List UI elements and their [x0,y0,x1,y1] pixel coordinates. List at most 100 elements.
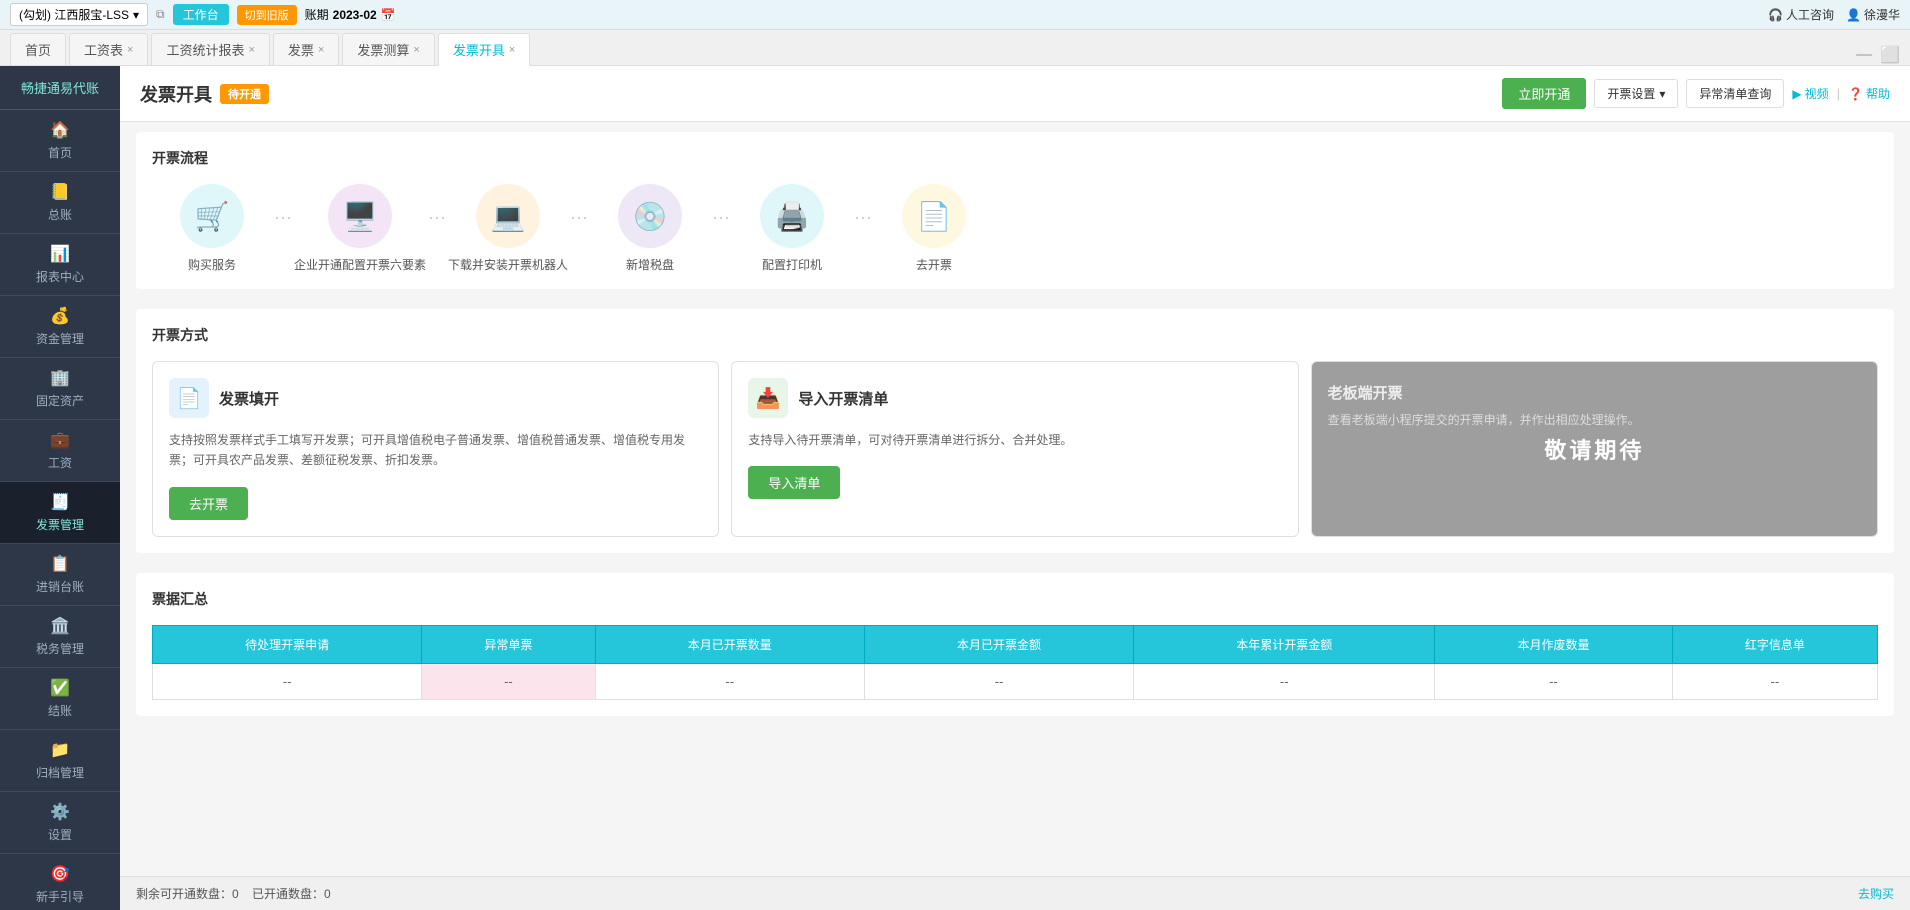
maximize-icon[interactable]: ⬜ [1880,45,1900,65]
switch-version-button[interactable]: 切到旧版 [237,5,297,25]
chevron-down-icon: ▾ [133,8,139,22]
val-red-info: -- [1672,663,1877,699]
minimize-icon[interactable]: — [1856,46,1872,64]
view-video-button[interactable]: ▶ 视频 [1792,85,1828,102]
invoice-card-boss: 老板端开票 查看老板端小程序提交的开票申请，并作出相应处理操作。 敬请期待 [1311,361,1878,537]
process-step-5: 🖨️ 配置打印机 [732,184,852,273]
val-void-count: -- [1435,663,1672,699]
period-label: 账期 [305,6,329,23]
tab-home[interactable]: 首页 [10,33,66,65]
go-issue-button[interactable]: 去开票 [169,487,248,520]
buy-link[interactable]: 去购买 [1858,885,1894,902]
sidebar-item-payroll-label: 工资 [48,454,72,471]
tab-payroll-report[interactable]: 工资统计报表 × [151,33,269,65]
process-step-4: 💿 新增税盘 [590,184,710,273]
chevron-down-icon2: ▾ [1659,87,1665,101]
process-step-3: 💻 下载并安装开票机器人 [448,184,568,273]
process-label-1: 购买服务 [188,256,236,273]
calendar-icon[interactable]: 📅 [381,8,396,22]
help-button[interactable]: ❓ 帮助 [1848,85,1890,102]
col-year-amount: 本年累计开票金额 [1134,625,1435,663]
sidebar-item-assets-label: 固定资产 [36,392,84,409]
tab-invoice-issue[interactable]: 发票开具 × [438,33,530,66]
summary-table-data-row: -- -- -- -- -- -- -- [153,663,1878,699]
user-button[interactable]: 👤 徐漫华 [1846,6,1900,23]
abnormal-query-button[interactable]: 异常清单查询 [1686,79,1784,108]
tab-invoice-calc-close[interactable]: × [413,44,419,56]
process-label-6: 去开票 [916,256,952,273]
tab-invoice-issue-close[interactable]: × [509,44,515,56]
page-title-area: 发票开具 待开通 [140,81,269,107]
tab-payroll-label: 工资表 [84,40,123,59]
period-value: 2023-02 [333,8,377,22]
process-icon-1: 🛒 [180,184,244,248]
help-icon: ❓ [1848,87,1863,101]
sidebar-item-settings-label: 设置 [48,826,72,843]
page-title: 发票开具 [140,81,212,107]
funds-icon: 💰 [50,306,70,326]
coming-soon-overlay: 敬请期待 [1312,362,1877,536]
process-icon-6: 📄 [902,184,966,248]
process-label-4: 新增税盘 [626,256,674,273]
import-list-button[interactable]: 导入清单 [748,466,840,499]
immediate-open-button[interactable]: 立即开通 [1502,78,1586,109]
tab-payroll-report-label: 工资统计报表 [166,40,244,59]
sidebar-item-tax[interactable]: 🏛️ 税务管理 [0,606,120,668]
col-void-count: 本月作废数量 [1435,625,1672,663]
tab-payroll-report-close[interactable]: × [248,44,254,56]
process-label-5: 配置打印机 [762,256,822,273]
tab-invoice-calc-label: 发票测算 [357,40,409,59]
status-badge: 待开通 [220,84,269,104]
card-fill-title: 发票填开 [219,388,279,409]
process-label-3: 下载并安装开票机器人 [448,256,568,273]
consult-button[interactable]: 🎧 人工咨询 [1768,6,1834,23]
cards-row: 📄 发票填开 支持按照发票样式手工填写开发票；可开具增值税电子普通发票、增值税普… [152,361,1878,537]
sidebar-item-funds[interactable]: 💰 资金管理 [0,296,120,358]
invoice-card-import: 📥 导入开票清单 支持导入待开票清单，可对待开票清单进行拆分、合并处理。 导入清… [731,361,1298,537]
sidebar-item-funds-label: 资金管理 [36,330,84,347]
sidebar-item-purchase[interactable]: 📋 进销台账 [0,544,120,606]
process-icon-4: 💿 [618,184,682,248]
card-import-desc: 支持导入待开票清单，可对待开票清单进行拆分、合并处理。 [748,430,1281,450]
sidebar-item-assets[interactable]: 🏢 固定资产 [0,358,120,420]
process-icon-3: 💻 [476,184,540,248]
tab-payroll[interactable]: 工资表 × [69,33,148,65]
val-abnormal: -- [422,663,595,699]
home-icon: 🏠 [50,120,70,140]
settings-icon: ⚙️ [50,802,70,822]
sidebar-item-home-label: 首页 [48,144,72,161]
ledger-icon: 📒 [50,182,70,202]
sidebar-item-archive[interactable]: 📁 归档管理 [0,730,120,792]
sidebar-item-close-label: 结账 [48,702,72,719]
payroll-icon: 💼 [50,430,70,450]
sidebar-item-settings[interactable]: ⚙️ 设置 [0,792,120,854]
sidebar-item-invoice[interactable]: 🧾 发票管理 [0,482,120,544]
copy-icon[interactable]: ⧉ [156,7,165,22]
tab-bar: 首页 工资表 × 工资统计报表 × 发票 × 发票测算 × 发票开具 × — ⬜ [0,30,1910,66]
user-icon: 👤 [1846,8,1861,22]
card-fill-header: 📄 发票填开 [169,378,702,418]
summary-table-header-row: 待处理开票申请 异常单票 本月已开票数量 本月已开票金额 本年累计开票金额 本月… [153,625,1878,663]
sidebar-item-guide[interactable]: 🎯 新手引导 [0,854,120,910]
card-import-title: 导入开票清单 [798,388,888,409]
archive-icon: 📁 [50,740,70,760]
tab-invoice[interactable]: 发票 × [273,33,339,65]
tab-invoice-close[interactable]: × [318,44,324,56]
process-step-6: 📄 去开票 [874,184,994,273]
tab-payroll-close[interactable]: × [127,44,133,56]
sidebar-item-ledger[interactable]: 📒 总账 [0,172,120,234]
page-header: 发票开具 待开通 立即开通 开票设置 ▾ 异常清单查询 ▶ 视频 | ❓ 帮助 [120,66,1910,122]
sidebar-item-close[interactable]: ✅ 结账 [0,668,120,730]
col-abnormal: 异常单票 [422,625,595,663]
sidebar-item-home[interactable]: 🏠 首页 [0,110,120,172]
workbench-button[interactable]: 工作台 [173,4,229,25]
process-step-1: 🛒 购买服务 [152,184,272,273]
col-red-info: 红字信息单 [1672,625,1877,663]
card-import-icon: 📥 [748,378,788,418]
sidebar-item-payroll[interactable]: 💼 工资 [0,420,120,482]
sidebar-item-reports[interactable]: 📊 报表中心 [0,234,120,296]
open-settings-label: 开票设置 [1607,85,1655,102]
open-settings-button[interactable]: 开票设置 ▾ [1594,79,1678,108]
company-selector[interactable]: (勾划) 江西服宝-LSS ▾ [10,3,148,26]
tab-invoice-calc[interactable]: 发票测算 × [342,33,434,65]
